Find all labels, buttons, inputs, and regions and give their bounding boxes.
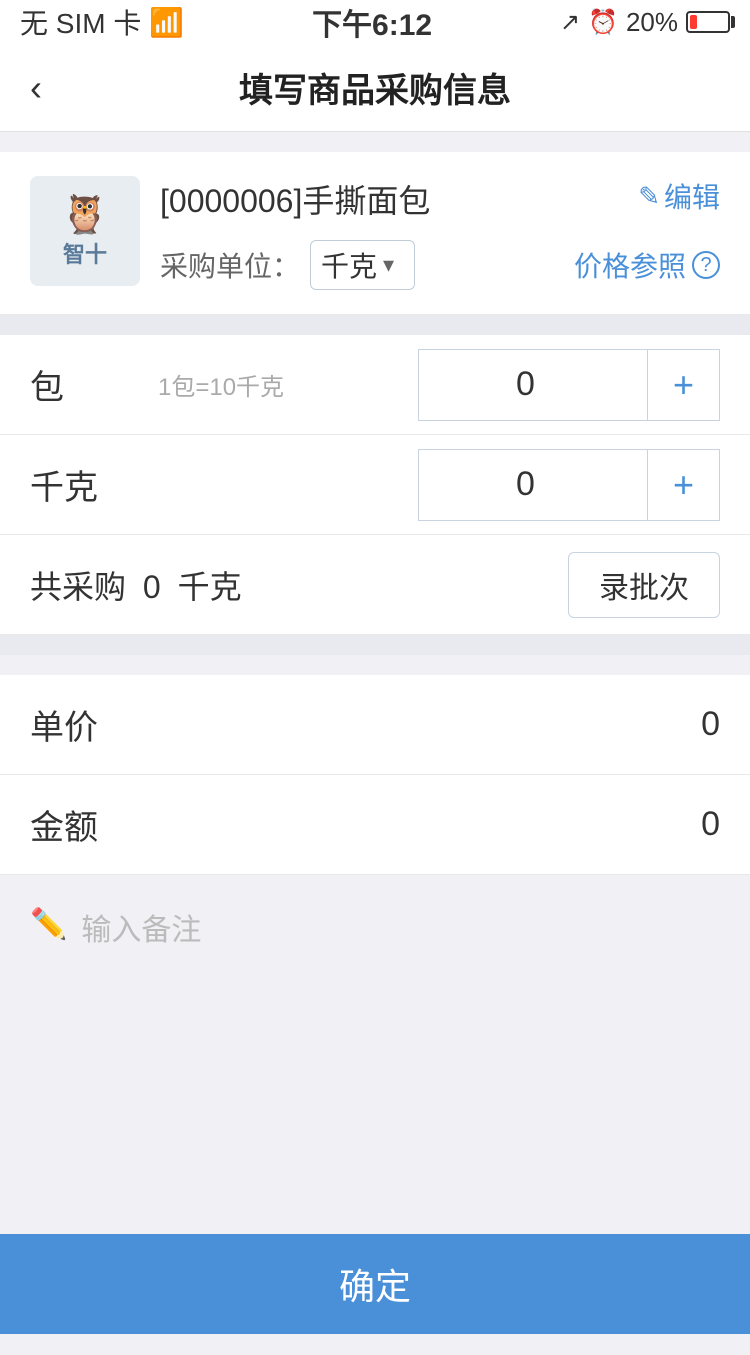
unit-select[interactable]: 千克 ▾ xyxy=(310,240,415,290)
price-ref-button[interactable]: 价格参照 ? xyxy=(574,245,720,285)
edit-icon: ✎ xyxy=(638,181,660,212)
status-bar: 无 SIM 卡 📶 下午6:12 ↗ ⏰ 20% xyxy=(0,0,750,44)
confirm-button[interactable]: 确定 xyxy=(0,1234,750,1334)
pencil-icon: ✏️ xyxy=(30,907,67,942)
bag-label: 包 xyxy=(30,360,150,409)
status-left: 无 SIM 卡 📶 xyxy=(20,2,184,42)
back-button[interactable]: ‹ xyxy=(30,57,62,119)
battery-icon xyxy=(686,11,730,33)
price-ref-label: 价格参照 xyxy=(574,245,686,285)
bag-input[interactable] xyxy=(418,349,648,421)
unit-dropdown-arrow: ▾ xyxy=(383,252,394,278)
kg-plus-button[interactable]: + xyxy=(648,449,720,521)
status-time: 下午6:12 xyxy=(312,0,432,44)
product-info: [0000006]手撕面包 ✎ 编辑 采购单位： 千克 ▾ 价格参照 ? xyxy=(160,176,720,290)
confirm-button-label: 确定 xyxy=(339,1258,411,1310)
kg-input-row: 千克 + xyxy=(0,435,750,535)
product-card: 🦉 智十 [0000006]手撕面包 ✎ 编辑 采购单位： 千克 ▾ 价格参照 … xyxy=(0,152,750,315)
unit-price-value: 0 xyxy=(701,705,720,744)
product-meta-row: 采购单位： 千克 ▾ 价格参照 ? xyxy=(160,240,720,290)
notes-placeholder: 输入备注 xyxy=(81,905,201,949)
bag-input-wrap: + xyxy=(418,349,720,421)
kg-label: 千克 xyxy=(30,460,150,509)
alarm-icon: ⏰ xyxy=(588,8,618,37)
unit-price-row: 单价 0 xyxy=(0,675,750,775)
kg-input[interactable] xyxy=(418,449,648,521)
unit-label: 采购单位： xyxy=(160,245,300,285)
product-name: [0000006]手撕面包 xyxy=(160,176,430,222)
amount-label: 金额 xyxy=(30,800,98,849)
unit-value: 千克 xyxy=(321,245,377,285)
notes-section: ✏️ 输入备注 xyxy=(0,875,750,1255)
summary-row: 共采购 0 千克 录批次 xyxy=(0,535,750,635)
summary-amount: 0 xyxy=(143,569,161,605)
info-section: 单价 0 金额 0 xyxy=(0,675,750,875)
section-divider-2 xyxy=(0,635,750,655)
page-title: 填写商品采购信息 xyxy=(239,63,511,112)
summary-prefix: 共采购 xyxy=(30,569,126,605)
nav-bar: ‹ 填写商品采购信息 xyxy=(0,44,750,132)
batch-button[interactable]: 录批次 xyxy=(568,552,720,618)
carrier-text: 无 SIM 卡 xyxy=(20,2,141,42)
bag-plus-button[interactable]: + xyxy=(648,349,720,421)
price-ref-icon: ? xyxy=(692,251,720,279)
amount-row: 金额 0 xyxy=(0,775,750,875)
notes-input-row[interactable]: ✏️ 输入备注 xyxy=(30,905,720,949)
amount-value: 0 xyxy=(701,805,720,844)
bag-input-row: 包 1包=10千克 + xyxy=(0,335,750,435)
location-icon: ↗ xyxy=(560,8,580,37)
unit-price-label: 单价 xyxy=(30,700,98,749)
product-image-brand: 智十 xyxy=(63,237,107,269)
summary-unit: 千克 xyxy=(178,569,242,605)
edit-label: 编辑 xyxy=(664,176,720,216)
product-name-row: [0000006]手撕面包 ✎ 编辑 xyxy=(160,176,720,222)
section-divider-1 xyxy=(0,315,750,335)
kg-input-wrap: + xyxy=(418,449,720,521)
product-image-owl: 🦉 xyxy=(61,193,108,237)
battery-percent: 20% xyxy=(626,7,678,38)
bag-sublabel: 1包=10千克 xyxy=(158,367,418,402)
input-section: 包 1包=10千克 + 千克 + xyxy=(0,335,750,535)
wifi-icon: 📶 xyxy=(149,6,184,39)
status-right: ↗ ⏰ 20% xyxy=(560,7,730,38)
product-image: 🦉 智十 xyxy=(30,176,140,286)
edit-button[interactable]: ✎ 编辑 xyxy=(638,176,720,216)
summary-text: 共采购 0 千克 xyxy=(30,562,242,608)
